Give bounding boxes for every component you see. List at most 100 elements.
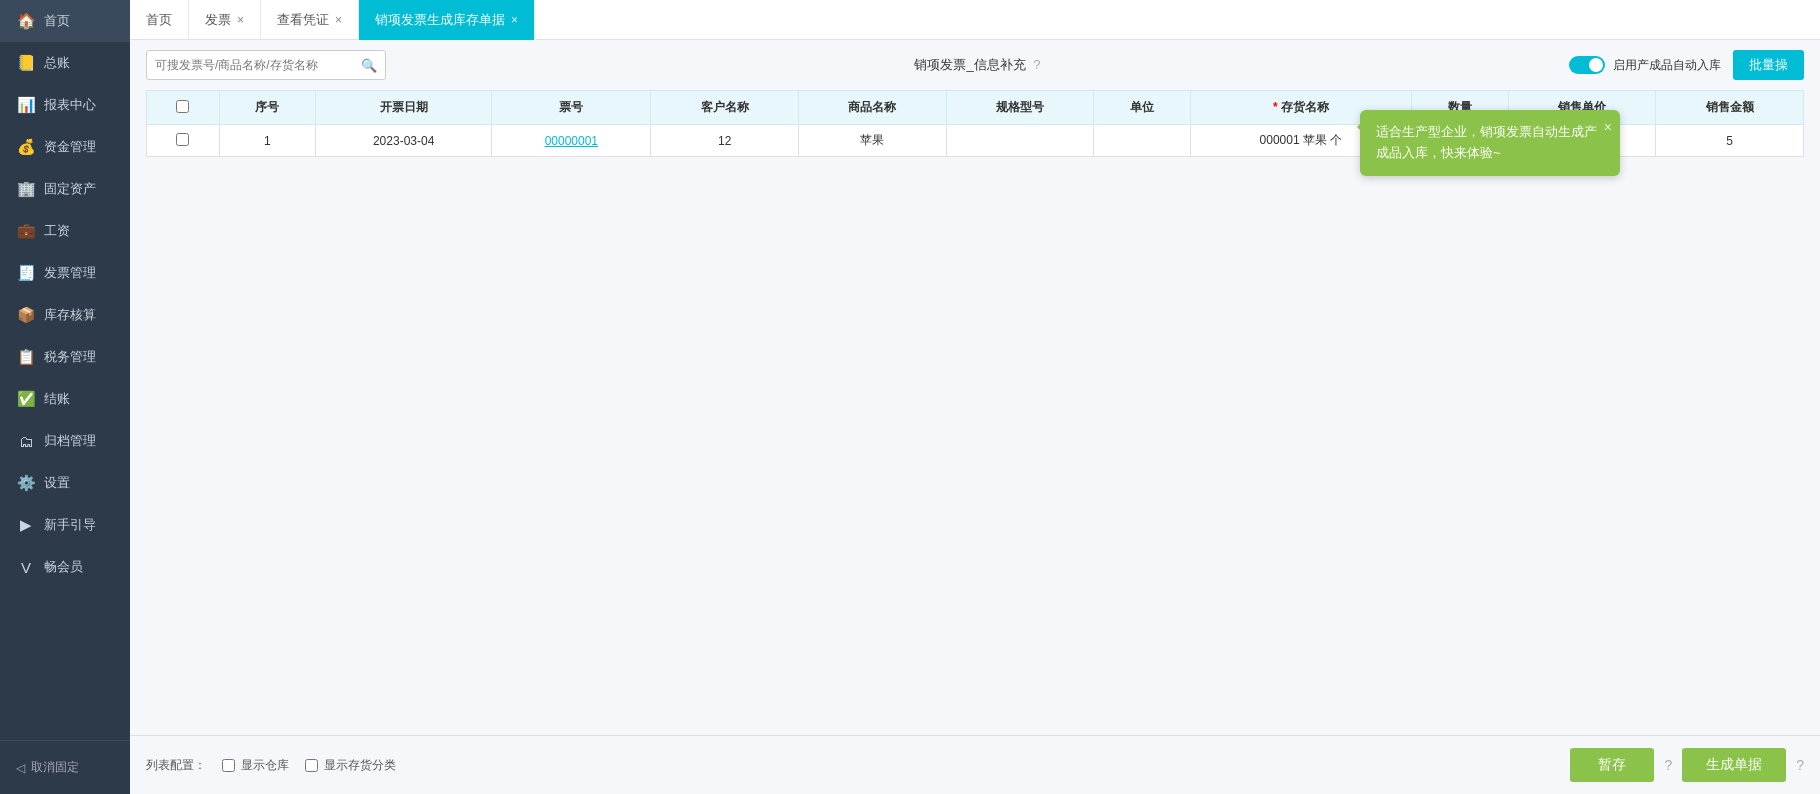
tab-invoice-label: 发票 <box>205 11 231 29</box>
sidebar-item-general-ledger[interactable]: 📒 总账 <box>0 42 130 84</box>
sidebar-item-label: 结账 <box>44 390 70 408</box>
ticket-no-link[interactable]: 00000001 <box>545 134 598 148</box>
show-category-group: 显示存货分类 <box>305 757 396 774</box>
gear-icon: ⚙️ <box>16 474 36 492</box>
generate-help-icon[interactable]: ? <box>1796 757 1804 773</box>
generate-button[interactable]: 生成单据 <box>1682 748 1786 782</box>
tab-sales[interactable]: 销项发票生成库存单据 × <box>359 0 535 40</box>
info-help-icon[interactable]: ? <box>1033 57 1040 72</box>
col-spec: 规格型号 <box>946 91 1094 125</box>
sidebar-item-label: 设置 <box>44 474 70 492</box>
batch-button[interactable]: 批量操 <box>1733 50 1804 80</box>
col-date: 开票日期 <box>316 91 492 125</box>
col-customer: 客户名称 <box>651 91 799 125</box>
row-checkbox-cell <box>147 125 220 157</box>
search-input[interactable] <box>155 58 355 72</box>
building-icon: 🏢 <box>16 180 36 198</box>
tab-home-label: 首页 <box>146 11 172 29</box>
save-help-icon[interactable]: ? <box>1664 757 1672 773</box>
select-all-checkbox[interactable] <box>176 100 189 113</box>
sidebar-item-member[interactable]: V 畅会员 <box>0 546 130 588</box>
sidebar-item-archive[interactable]: 🗂 归档管理 <box>0 420 130 462</box>
sidebar-item-settlement[interactable]: ✅ 结账 <box>0 378 130 420</box>
info-label: 销项发票_信息补充 ? <box>398 56 1557 74</box>
show-warehouse-group: 显示仓库 <box>222 757 289 774</box>
tab-bar: 首页 发票 × 查看凭证 × 销项发票生成库存单据 × <box>130 0 1820 40</box>
sidebar-item-label: 税务管理 <box>44 348 96 366</box>
tab-home[interactable]: 首页 <box>130 0 189 40</box>
footer: 列表配置： 显示仓库 显示存货分类 暂存 ? 生成单据 ? <box>130 735 1820 794</box>
tab-sales-label: 销项发票生成库存单据 <box>375 11 505 29</box>
sidebar-item-fixed-assets[interactable]: 🏢 固定资产 <box>0 168 130 210</box>
sidebar-item-fund[interactable]: 💰 资金管理 <box>0 126 130 168</box>
show-category-checkbox[interactable] <box>305 759 318 772</box>
sidebar-item-invoice[interactable]: 🧾 发票管理 <box>0 252 130 294</box>
cancel-icon: ◁ <box>16 761 25 775</box>
main-area: 首页 发票 × 查看凭证 × 销项发票生成库存单据 × 🔍 销项发票_信息补充 … <box>130 0 1820 794</box>
ledger-icon: 📒 <box>16 54 36 72</box>
col-seq: 序号 <box>219 91 315 125</box>
row-customer: 12 <box>651 125 799 157</box>
sidebar-item-label: 首页 <box>44 12 70 30</box>
row-checkbox[interactable] <box>176 133 189 146</box>
sidebar-item-reports[interactable]: 📊 报表中心 <box>0 84 130 126</box>
list-config-label: 列表配置： <box>146 757 206 774</box>
search-icon: 🔍 <box>361 58 377 73</box>
tab-voucher[interactable]: 查看凭证 × <box>261 0 359 40</box>
page-content: 🔍 销项发票_信息补充 ? 启用产成品自动入库 批量操 <box>130 40 1820 794</box>
col-ticket-no: 票号 <box>492 91 651 125</box>
show-warehouse-checkbox[interactable] <box>222 759 235 772</box>
search-wrap: 🔍 <box>146 50 386 80</box>
col-unit: 单位 <box>1094 91 1190 125</box>
row-date: 2023-03-04 <box>316 125 492 157</box>
sidebar-item-label: 资金管理 <box>44 138 96 156</box>
row-product: 苹果 <box>799 125 947 157</box>
footer-actions: 暂存 ? 生成单据 ? <box>1570 748 1804 782</box>
sidebar-item-label: 发票管理 <box>44 264 96 282</box>
play-icon: ▶ <box>16 516 36 534</box>
check-icon: ✅ <box>16 390 36 408</box>
sidebar-item-guide[interactable]: ▶ 新手引导 <box>0 504 130 546</box>
invoice-icon: 🧾 <box>16 264 36 282</box>
sidebar-item-label: 库存核算 <box>44 306 96 324</box>
tab-sales-close[interactable]: × <box>511 13 518 27</box>
sidebar-item-tax[interactable]: 📋 税务管理 <box>0 336 130 378</box>
tooltip-popup: × 适合生产型企业，销项发票自动生成产成品入库，快来体验~ <box>1360 110 1620 176</box>
toggle-label: 启用产成品自动入库 <box>1613 57 1721 74</box>
table-wrap: 序号 开票日期 票号 客户名称 商品名称 <box>130 90 1820 735</box>
tooltip-text: 适合生产型企业，销项发票自动生成产成品入库，快来体验~ <box>1376 124 1597 160</box>
show-warehouse-label: 显示仓库 <box>241 757 289 774</box>
fund-icon: 💰 <box>16 138 36 156</box>
show-category-label: 显示存货分类 <box>324 757 396 774</box>
member-icon: V <box>16 559 36 576</box>
col-product: 商品名称 <box>799 91 947 125</box>
tax-icon: 📋 <box>16 348 36 366</box>
auto-warehouse-toggle[interactable] <box>1569 56 1605 74</box>
sidebar-item-label: 畅会员 <box>44 558 83 576</box>
row-spec <box>946 125 1094 157</box>
row-ticket-no[interactable]: 00000001 <box>492 125 651 157</box>
report-icon: 📊 <box>16 96 36 114</box>
sidebar-item-labor[interactable]: 💼 工资 <box>0 210 130 252</box>
sidebar-item-label: 归档管理 <box>44 432 96 450</box>
col-amount: 销售金额 <box>1656 91 1804 125</box>
col-checkbox <box>147 91 220 125</box>
sidebar-item-settings[interactable]: ⚙️ 设置 <box>0 462 130 504</box>
archive-icon: 🗂 <box>16 433 36 450</box>
tooltip-close-button[interactable]: × <box>1604 116 1612 138</box>
sidebar-item-home[interactable]: 🏠 首页 <box>0 0 130 42</box>
tab-voucher-label: 查看凭证 <box>277 11 329 29</box>
row-amount: 5 <box>1656 125 1804 157</box>
row-seq: 1 <box>219 125 315 157</box>
sidebar-item-label: 总账 <box>44 54 70 72</box>
tab-invoice-close[interactable]: × <box>237 13 244 27</box>
save-button[interactable]: 暂存 <box>1570 748 1654 782</box>
toggle-wrap: 启用产成品自动入库 <box>1569 56 1721 74</box>
sidebar-item-label: 固定资产 <box>44 180 96 198</box>
sidebar: 🏠 首页 📒 总账 📊 报表中心 💰 资金管理 🏢 固定资产 💼 工资 🧾 发票… <box>0 0 130 794</box>
cancel-fixed-button[interactable]: ◁ 取消固定 <box>0 749 130 786</box>
sidebar-item-inventory[interactable]: 📦 库存核算 <box>0 294 130 336</box>
tab-invoice[interactable]: 发票 × <box>189 0 261 40</box>
tab-voucher-close[interactable]: × <box>335 13 342 27</box>
toolbar: 🔍 销项发票_信息补充 ? 启用产成品自动入库 批量操 <box>130 40 1820 90</box>
